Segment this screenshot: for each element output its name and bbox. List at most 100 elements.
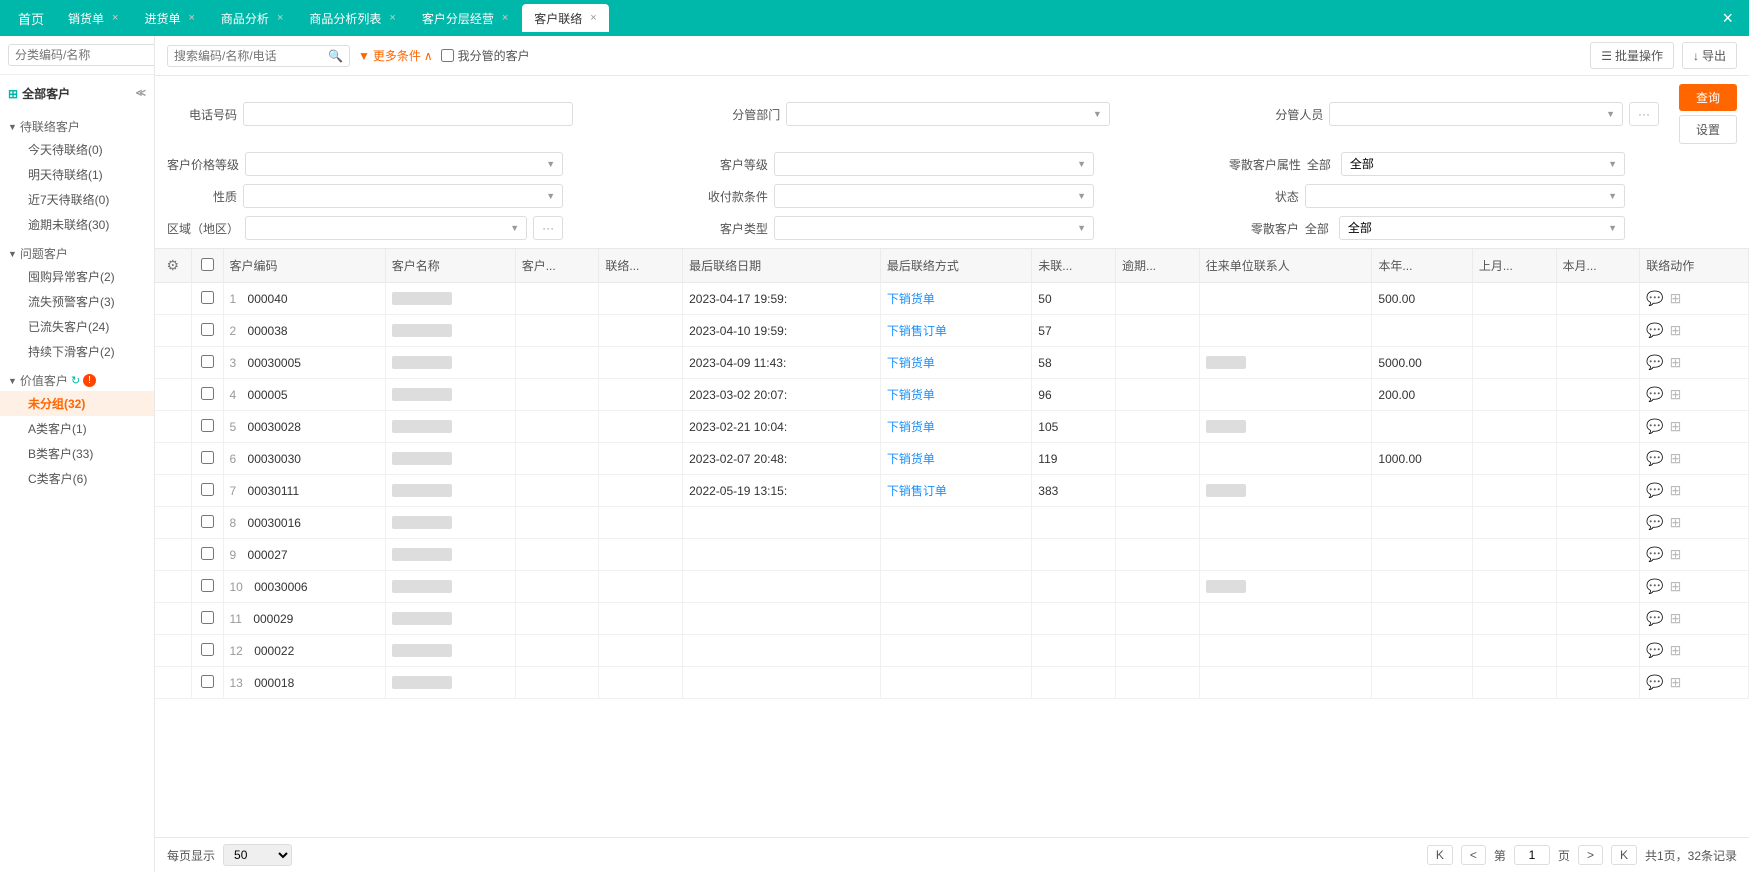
chat-icon[interactable]: 💬 (1646, 482, 1663, 499)
chat-icon[interactable]: 💬 (1646, 450, 1663, 467)
row-checkbox[interactable] (201, 675, 214, 688)
chat-icon[interactable]: 💬 (1646, 514, 1663, 531)
grid-action-icon[interactable]: ⊞ (1670, 322, 1682, 339)
chat-icon[interactable]: 💬 (1646, 674, 1663, 691)
first-page-button[interactable]: K (1427, 845, 1453, 865)
grid-action-icon[interactable]: ⊞ (1670, 578, 1682, 595)
sidebar-item-tomorrow[interactable]: 明天待联络(1) (0, 162, 154, 187)
method-link[interactable]: 下销货单 (887, 420, 935, 434)
row-last-method[interactable]: 下销货单 (880, 411, 1031, 443)
pending-contact-label[interactable]: ▼ 待联络客户 (0, 114, 154, 137)
settings-gear-icon[interactable]: ⚙ (166, 257, 179, 273)
dept-select[interactable] (786, 102, 1110, 126)
per-page-select[interactable]: 50 100 (223, 844, 292, 866)
method-link[interactable]: 下销货单 (887, 356, 935, 370)
last-page-button[interactable]: K (1611, 845, 1637, 865)
row-last-method[interactable] (880, 667, 1031, 699)
method-link[interactable]: 下销货单 (887, 388, 935, 402)
sidebar-item-today[interactable]: 今天待联络(0) (0, 137, 154, 162)
my-customers-check[interactable] (441, 49, 454, 62)
row-checkbox[interactable] (201, 419, 214, 432)
tab-customer-contact[interactable]: 客户联络 × (522, 4, 608, 32)
sidebar-item-declining[interactable]: 持续下滑客户(2) (0, 339, 154, 364)
status-select[interactable] (1305, 184, 1625, 208)
method-link[interactable]: 下销售订单 (887, 484, 947, 498)
method-link[interactable]: 下销货单 (887, 452, 935, 466)
checkbox-col-header[interactable] (191, 249, 223, 283)
row-checkbox[interactable] (201, 611, 214, 624)
grid-action-icon[interactable]: ⊞ (1670, 610, 1682, 627)
person-select[interactable] (1329, 102, 1623, 126)
sidebar-item-overdue[interactable]: 逾期未联络(30) (0, 212, 154, 237)
sidebar-search-input[interactable] (8, 44, 155, 66)
filter-search-input[interactable] (174, 49, 324, 63)
chat-icon[interactable]: 💬 (1646, 546, 1663, 563)
payment-select[interactable] (774, 184, 1094, 208)
row-last-method[interactable] (880, 603, 1031, 635)
home-tab[interactable]: 首页 (8, 9, 54, 28)
sidebar-item-b-class[interactable]: B类客户(33) (0, 441, 154, 466)
chat-icon[interactable]: 💬 (1646, 290, 1663, 307)
collapse-all-icon[interactable]: ≪ (136, 88, 146, 99)
row-checkbox[interactable] (201, 579, 214, 592)
value-customers-label[interactable]: ▼ 价值客户 ↻ ! (0, 368, 154, 391)
chat-icon[interactable]: 💬 (1646, 418, 1663, 435)
tab-customer-segment[interactable]: 客户分层经营 × (410, 4, 520, 32)
close-analysis-icon[interactable]: × (277, 12, 283, 24)
close-analysis-list-icon[interactable]: × (389, 12, 395, 24)
reset-button[interactable]: 设置 (1679, 115, 1737, 144)
window-close-button[interactable]: × (1714, 8, 1741, 29)
select-all-checkbox[interactable] (201, 258, 214, 271)
refresh-icon[interactable]: ↻ (71, 374, 80, 387)
row-checkbox[interactable] (201, 451, 214, 464)
row-last-method[interactable]: 下销货单 (880, 283, 1031, 315)
my-customers-checkbox[interactable]: 我分管的客户 (441, 47, 530, 64)
next-page-button[interactable]: > (1578, 845, 1603, 865)
grid-action-icon[interactable]: ⊞ (1670, 418, 1682, 435)
row-checkbox[interactable] (201, 355, 214, 368)
tab-sales[interactable]: 销货单 × (56, 4, 130, 32)
grid-action-icon[interactable]: ⊞ (1670, 386, 1682, 403)
more-conditions-btn[interactable]: ▼ 更多条件 ∧ (358, 47, 433, 64)
person-more-icon[interactable]: ··· (1629, 102, 1659, 126)
retail-attr-select[interactable]: 全部 (1341, 152, 1625, 176)
method-link[interactable]: 下销货单 (887, 292, 935, 306)
sidebar-item-churned[interactable]: 已流失客户(24) (0, 314, 154, 339)
sidebar-item-a-class[interactable]: A类客户(1) (0, 416, 154, 441)
grid-action-icon[interactable]: ⊞ (1670, 354, 1682, 371)
close-sales-icon[interactable]: × (112, 12, 118, 24)
chat-icon[interactable]: 💬 (1646, 386, 1663, 403)
sidebar-item-c-class[interactable]: C类客户(6) (0, 466, 154, 491)
chat-icon[interactable]: 💬 (1646, 354, 1663, 371)
row-last-method[interactable]: 下销售订单 (880, 315, 1031, 347)
settings-col-header[interactable]: ⚙ (155, 249, 191, 283)
area-more-icon[interactable]: ··· (533, 216, 563, 240)
row-last-method[interactable]: 下销货单 (880, 379, 1031, 411)
tab-analysis[interactable]: 商品分析 × (209, 4, 295, 32)
row-checkbox[interactable] (201, 323, 214, 336)
row-last-method[interactable]: 下销货单 (880, 443, 1031, 475)
row-checkbox[interactable] (201, 291, 214, 304)
row-checkbox[interactable] (201, 643, 214, 656)
grid-action-icon[interactable]: ⊞ (1670, 290, 1682, 307)
chat-icon[interactable]: 💬 (1646, 610, 1663, 627)
nature-select[interactable] (243, 184, 563, 208)
method-link[interactable]: 下销售订单 (887, 324, 947, 338)
grid-action-icon[interactable]: ⊞ (1670, 642, 1682, 659)
tab-analysis-list[interactable]: 商品分析列表 × (297, 4, 407, 32)
all-customers-title[interactable]: ⊞ 全部客户 ≪ (0, 79, 154, 108)
area-select[interactable] (245, 216, 527, 240)
row-last-method[interactable] (880, 507, 1031, 539)
sidebar-item-churn-warn[interactable]: 流失预警客户(3) (0, 289, 154, 314)
sidebar-item-abnormal[interactable]: 囤购异常客户(2) (0, 264, 154, 289)
row-last-method[interactable]: 下销售订单 (880, 475, 1031, 507)
problem-customers-label[interactable]: ▼ 问题客户 (0, 241, 154, 264)
prev-page-button[interactable]: < (1461, 845, 1486, 865)
retail-customer-select[interactable]: 全部 (1339, 216, 1625, 240)
chat-icon[interactable]: 💬 (1646, 578, 1663, 595)
export-button[interactable]: ↓ 导出 (1682, 42, 1737, 69)
row-last-method[interactable] (880, 539, 1031, 571)
grid-action-icon[interactable]: ⊞ (1670, 450, 1682, 467)
grid-action-icon[interactable]: ⊞ (1670, 546, 1682, 563)
chat-icon[interactable]: 💬 (1646, 642, 1663, 659)
